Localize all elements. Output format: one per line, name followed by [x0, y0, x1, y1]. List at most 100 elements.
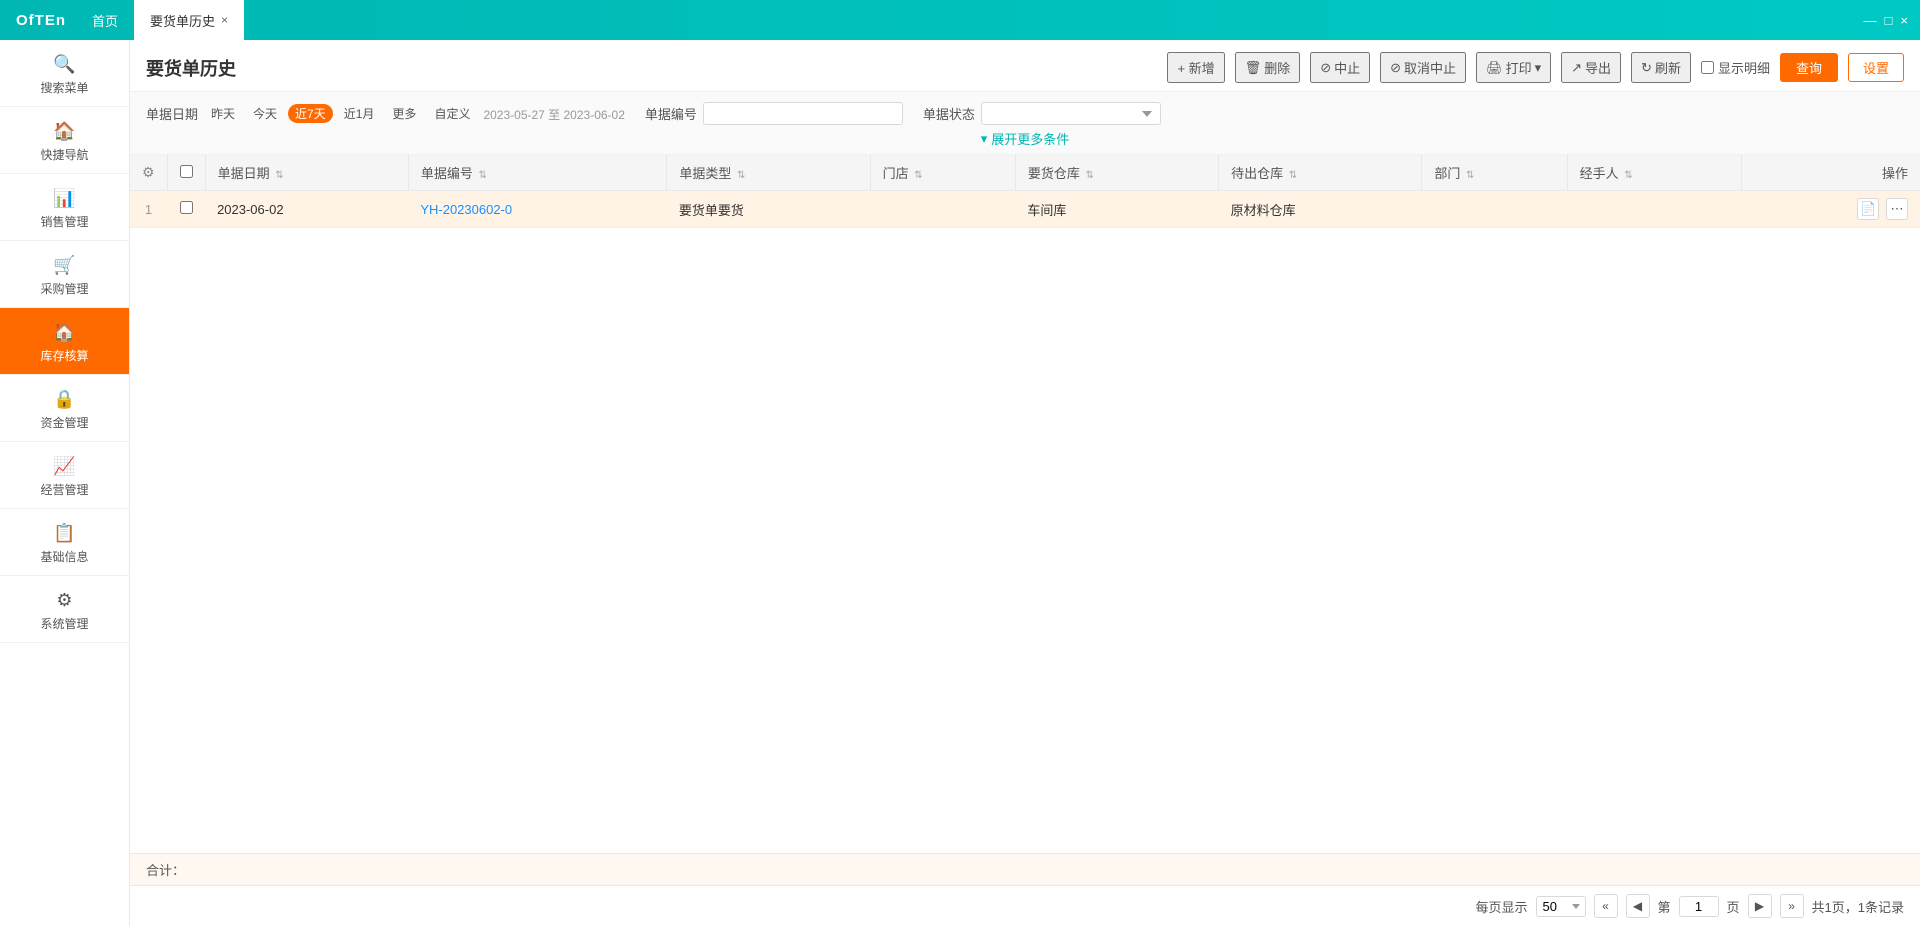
sidebar-item-system[interactable]: ⚙ 系统管理 [0, 576, 129, 643]
add-button[interactable]: + 新增 [1167, 52, 1224, 83]
th-handler[interactable]: 经手人 ⇅ [1567, 155, 1741, 191]
sidebar-item-basic-info-label: 基础信息 [40, 548, 88, 565]
print-dropdown-icon: ▾ [1535, 60, 1542, 76]
bill-status-select[interactable] [981, 102, 1161, 125]
print-button[interactable]: 🖨 打印 ▾ [1476, 52, 1551, 83]
settings-button[interactable]: 设置 [1848, 53, 1904, 82]
th-department[interactable]: 部门 ⇅ [1422, 155, 1567, 191]
th-req-warehouse[interactable]: 要货仓库 ⇅ [1015, 155, 1218, 191]
delete-button[interactable]: 🗑 删除 [1235, 52, 1301, 83]
filter-group-bill-number: 单据编号 [645, 102, 903, 125]
pill-yesterday[interactable]: 昨天 [204, 104, 242, 123]
th-type[interactable]: 单据类型 ⇅ [667, 155, 870, 191]
row-checkbox[interactable] [180, 201, 193, 214]
th-store-label: 门店 [883, 166, 909, 181]
query-button[interactable]: 查询 [1780, 53, 1838, 82]
sidebar-item-quick-nav[interactable]: 🏠 快捷导航 [0, 107, 129, 174]
table-footer: 合计： [130, 853, 1920, 885]
cell-number: YH-20230602-0 [408, 191, 667, 228]
sidebar-item-finance[interactable]: 🔒 资金管理 [0, 375, 129, 442]
filter-group-bill-status: 单据状态 [923, 102, 1161, 125]
page-title: 要货单历史 [146, 55, 1167, 81]
cell-type: 要货单要货 [667, 191, 870, 228]
th-ops-label: 操作 [1882, 166, 1908, 181]
row-num: 1 [130, 191, 167, 228]
sidebar-item-basic-info[interactable]: 📋 基础信息 [0, 509, 129, 576]
th-handler-sort-icon: ⇅ [1624, 170, 1632, 181]
date-label: 单据日期 [146, 104, 198, 123]
th-settings[interactable]: ⚙ [130, 155, 167, 191]
sidebar-item-sales[interactable]: 📊 销售管理 [0, 174, 129, 241]
close-tab-icon[interactable]: × [221, 13, 228, 27]
total-label: 合计： [146, 860, 185, 879]
th-pending-warehouse[interactable]: 待出仓库 ⇅ [1219, 155, 1422, 191]
expand-more-btn[interactable]: ▾ 展开更多条件 [146, 125, 1904, 148]
print-icon: 🖨 [1486, 60, 1503, 76]
bill-number-input[interactable] [703, 102, 903, 125]
row-checkbox-cell [167, 191, 205, 228]
more-op-btn[interactable]: ⋯ [1886, 198, 1908, 220]
display-detail-checkbox[interactable] [1701, 61, 1714, 74]
select-all-checkbox[interactable] [180, 165, 193, 178]
pill-more[interactable]: 更多 [385, 104, 423, 123]
window-close-btn[interactable]: × [1900, 13, 1908, 28]
stop-icon: ⊘ [1320, 60, 1331, 76]
tab-home[interactable]: 首页 [76, 0, 134, 40]
window-controls: — □ × [1864, 13, 1920, 28]
view-op-btn[interactable]: 📄 [1857, 198, 1879, 220]
maximize-btn[interactable]: □ [1885, 13, 1893, 28]
sidebar-item-inventory[interactable]: 🏠 库存核算 [0, 308, 129, 375]
stop-label: 中止 [1334, 58, 1360, 77]
th-req-warehouse-label: 要货仓库 [1028, 166, 1080, 181]
cell-number-link[interactable]: YH-20230602-0 [420, 202, 512, 217]
sidebar-item-purchase-label: 采购管理 [40, 280, 88, 297]
pill-custom[interactable]: 自定义 [427, 104, 477, 123]
minimize-btn[interactable]: — [1864, 13, 1877, 28]
cell-req-warehouse: 车间库 [1015, 191, 1218, 228]
operations-icon: 📈 [53, 456, 75, 477]
table-container: ⚙ 单据日期 ⇅ 单据编号 ⇅ [130, 155, 1920, 853]
export-button[interactable]: ↗ 导出 [1561, 52, 1621, 83]
sidebar-item-search-menu[interactable]: 🔍 搜索菜单 [0, 40, 129, 107]
th-number-sort-icon: ⇅ [478, 170, 486, 181]
next-page-btn[interactable]: ▶ [1748, 894, 1772, 918]
sales-icon: 📊 [53, 188, 75, 209]
cancel-stop-button[interactable]: ⊘ 取消中止 [1380, 52, 1466, 83]
display-detail-label: 显示明细 [1718, 58, 1770, 77]
th-handler-label: 经手人 [1580, 166, 1619, 181]
th-date-sort-icon: ⇅ [275, 170, 283, 181]
date-pills: 昨天 今天 近7天 近1月 更多 自定义 [204, 104, 477, 123]
main-layout: 🔍 搜索菜单 🏠 快捷导航 📊 销售管理 🛒 采购管理 🏠 库存核算 🔒 资金管… [0, 40, 1920, 926]
tab-active-label: 要货单历史 [150, 11, 215, 30]
sidebar-item-operations[interactable]: 📈 经营管理 [0, 442, 129, 509]
cell-handler [1567, 191, 1741, 228]
th-store[interactable]: 门店 ⇅ [870, 155, 1015, 191]
sidebar-item-purchase[interactable]: 🛒 采购管理 [0, 241, 129, 308]
system-icon: ⚙ [56, 590, 72, 611]
page-first-label: 第 [1658, 897, 1671, 916]
cell-ops: 📄 ⋯ [1741, 191, 1920, 228]
delete-icon: 🗑 [1245, 60, 1262, 76]
stop-button[interactable]: ⊘ 中止 [1310, 52, 1370, 83]
first-page-btn[interactable]: « [1594, 894, 1618, 918]
pill-7days[interactable]: 近7天 [288, 104, 333, 123]
prev-page-btn[interactable]: ◀ [1626, 894, 1650, 918]
table-row: 1 2023-06-02 YH-20230602-0 要货单要货 车间库 原材料… [130, 191, 1920, 228]
last-page-btn[interactable]: » [1780, 894, 1804, 918]
current-page-input[interactable] [1679, 896, 1719, 917]
page-size-select[interactable]: 50 20 100 200 [1536, 896, 1586, 917]
refresh-button[interactable]: ↻ 刷新 [1631, 52, 1691, 83]
pill-today[interactable]: 今天 [246, 104, 284, 123]
pill-1month[interactable]: 近1月 [337, 104, 382, 123]
inventory-icon: 🏠 [53, 322, 75, 343]
th-number[interactable]: 单据编号 ⇅ [408, 155, 667, 191]
sidebar-item-system-label: 系统管理 [40, 615, 88, 632]
print-label: 打印 [1506, 58, 1532, 77]
display-detail-toggle[interactable]: 显示明细 [1701, 58, 1770, 77]
column-settings-icon[interactable]: ⚙ [142, 164, 155, 180]
cancel-stop-label: 取消中止 [1404, 58, 1456, 77]
cell-date: 2023-06-02 [205, 191, 408, 228]
export-icon: ↗ [1571, 60, 1582, 76]
th-date[interactable]: 单据日期 ⇅ [205, 155, 408, 191]
tab-active[interactable]: 要货单历史 × [134, 0, 244, 40]
